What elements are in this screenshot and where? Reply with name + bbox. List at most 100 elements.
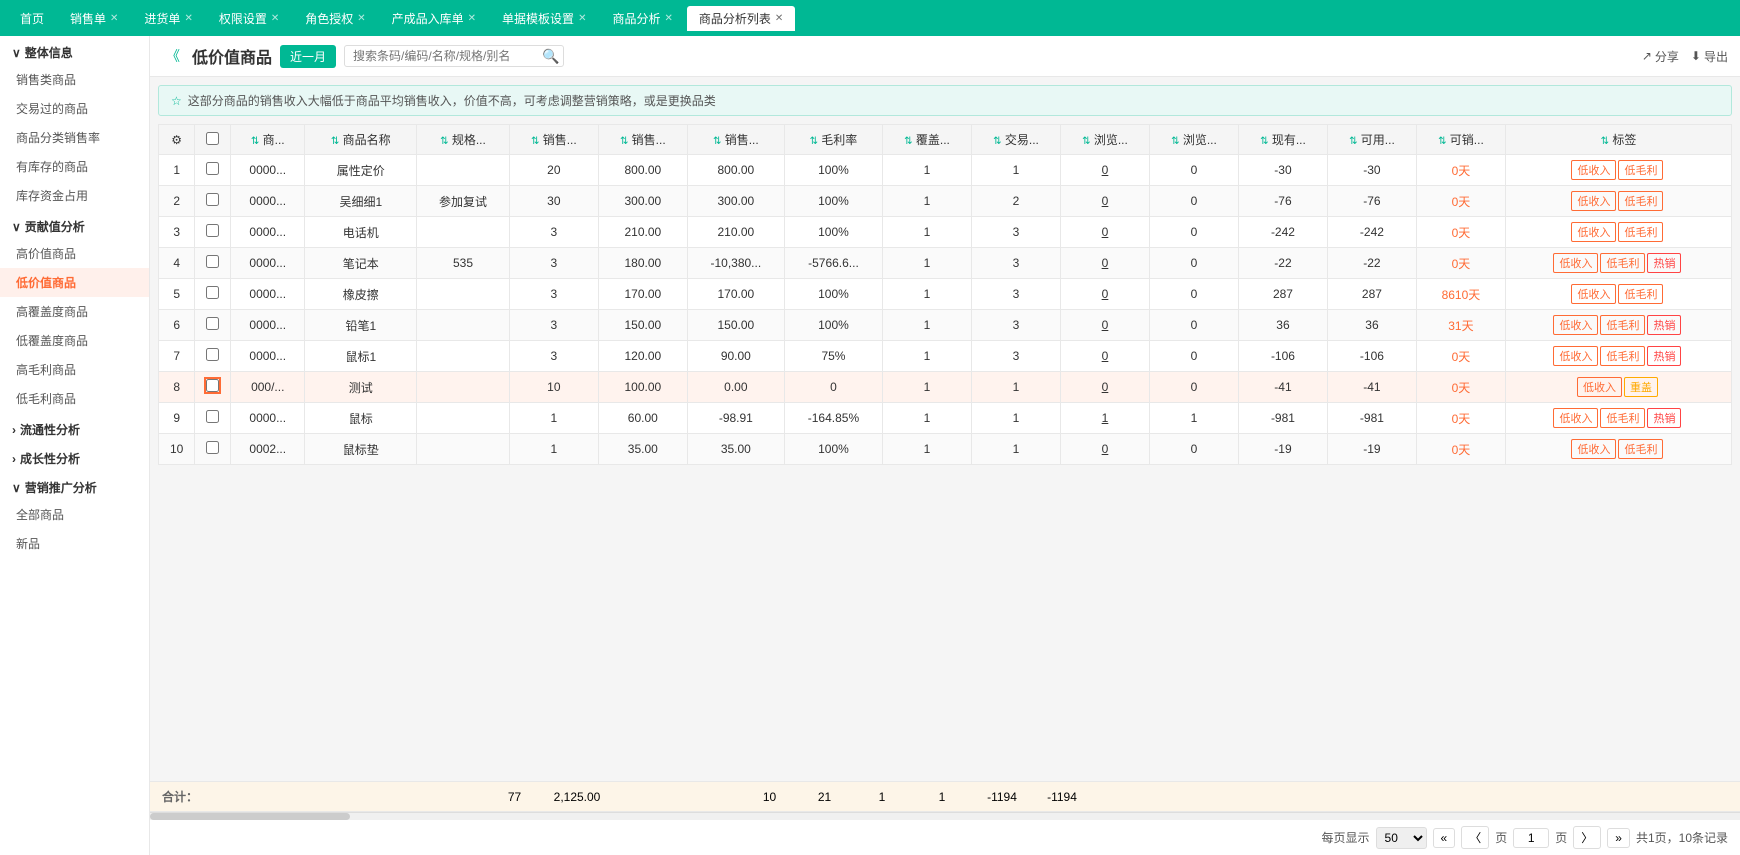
sidebar-group-contribution[interactable]: ∨ 贡献值分析 [0, 210, 149, 239]
sidebar-group-growth[interactable]: › 成长性分析 [0, 442, 149, 471]
nav-analysis-list[interactable]: 商品分析列表 ✕ [687, 6, 795, 31]
nav-analysis-close[interactable]: ✕ [664, 13, 672, 24]
nav-template[interactable]: 单据模板设置 ✕ [490, 6, 598, 31]
browse1-link[interactable]: 0 [1102, 380, 1109, 394]
sidebar-item-all-products[interactable]: 全部商品 [0, 500, 149, 529]
browse1-link[interactable]: 0 [1102, 318, 1109, 332]
th-sales1[interactable]: ⇅ 销售... [598, 125, 687, 155]
nav-salesorder-close[interactable]: ✕ [110, 13, 118, 24]
browse1-link[interactable]: 0 [1102, 225, 1109, 239]
row-checkbox[interactable] [206, 224, 219, 237]
td-checkbox[interactable] [195, 186, 231, 217]
horizontal-scrollbar[interactable] [150, 812, 1740, 820]
browse1-link[interactable]: 0 [1102, 163, 1109, 177]
prev-page-button[interactable]: 〈 [1461, 826, 1489, 849]
td-browse1[interactable]: 0 [1061, 279, 1150, 310]
nav-salesorder[interactable]: 销售单 ✕ [58, 6, 130, 31]
th-coverage[interactable]: ⇅ 覆盖... [883, 125, 972, 155]
browse1-link[interactable]: 0 [1102, 349, 1109, 363]
sidebar-item-stock-products[interactable]: 有库存的商品 [0, 152, 149, 181]
page-input[interactable] [1513, 828, 1549, 848]
td-checkbox[interactable] [195, 217, 231, 248]
td-browse1[interactable]: 0 [1061, 310, 1150, 341]
nav-analysis[interactable]: 商品分析 ✕ [600, 6, 684, 31]
sidebar-item-high-coverage[interactable]: 高覆盖度商品 [0, 297, 149, 326]
nav-purchase-close[interactable]: ✕ [184, 13, 192, 24]
sidebar-item-sales-products[interactable]: 销售类商品 [0, 65, 149, 94]
nav-permission-close[interactable]: ✕ [271, 13, 279, 24]
sidebar-item-new-products[interactable]: 新品 [0, 529, 149, 558]
nav-purchase[interactable]: 进货单 ✕ [132, 6, 204, 31]
td-checkbox[interactable] [195, 403, 231, 434]
sidebar-item-low-margin[interactable]: 低毛利商品 [0, 384, 149, 413]
th-sellable[interactable]: ⇅ 可销... [1416, 125, 1505, 155]
sidebar-item-low-coverage[interactable]: 低覆盖度商品 [0, 326, 149, 355]
th-available[interactable]: ⇅ 可用... [1327, 125, 1416, 155]
next-page-button[interactable]: 〉 [1573, 826, 1601, 849]
browse1-link[interactable]: 0 [1102, 194, 1109, 208]
row-checkbox[interactable] [206, 286, 219, 299]
nav-analysis-list-close[interactable]: ✕ [775, 13, 783, 24]
row-checkbox[interactable] [206, 441, 219, 454]
th-code[interactable]: ⇅ 商... [231, 125, 305, 155]
th-tags[interactable]: ⇅ 标签 [1505, 125, 1731, 155]
td-browse1[interactable]: 1 [1061, 403, 1150, 434]
first-page-button[interactable]: « [1433, 828, 1456, 848]
last-page-button[interactable]: » [1607, 828, 1630, 848]
nav-permission[interactable]: 权限设置 ✕ [207, 6, 291, 31]
row-checkbox[interactable] [206, 348, 219, 361]
sidebar-item-traded-products[interactable]: 交易过的商品 [0, 94, 149, 123]
sidebar-group-marketing[interactable]: ∨ 营销推广分析 [0, 471, 149, 500]
td-checkbox[interactable] [195, 310, 231, 341]
td-checkbox[interactable] [195, 372, 231, 403]
td-browse1[interactable]: 0 [1061, 186, 1150, 217]
td-browse1[interactable]: 0 [1061, 155, 1150, 186]
row-checkbox[interactable] [206, 162, 219, 175]
scrollbar-thumb[interactable] [150, 813, 350, 820]
td-browse1[interactable]: 0 [1061, 217, 1150, 248]
select-all-checkbox[interactable] [206, 132, 219, 145]
td-browse1[interactable]: 0 [1061, 248, 1150, 279]
nav-roleauth-close[interactable]: ✕ [357, 13, 365, 24]
row-checkbox[interactable] [206, 193, 219, 206]
sidebar-item-high-margin[interactable]: 高毛利商品 [0, 355, 149, 384]
row-checkbox[interactable] [206, 317, 219, 330]
th-settings[interactable]: ⚙ [159, 125, 195, 155]
table-wrapper[interactable]: ⚙ ⇅ 商... ⇅ 商品名称 ⇅ 规格... ⇅ 销售... ⇅ 销售... … [150, 124, 1740, 781]
th-browse2[interactable]: ⇅ 浏览... [1149, 125, 1238, 155]
browse1-link[interactable]: 1 [1102, 411, 1109, 425]
nav-roleauth[interactable]: 角色授权 ✕ [293, 6, 377, 31]
th-spec[interactable]: ⇅ 规格... [417, 125, 510, 155]
nav-template-close[interactable]: ✕ [578, 13, 586, 24]
sidebar-item-low-value[interactable]: 低价值商品 [0, 268, 149, 297]
row-checkbox[interactable] [206, 410, 219, 423]
sidebar-item-high-value[interactable]: 高价值商品 [0, 239, 149, 268]
export-button[interactable]: ⬇ 导出 [1691, 48, 1728, 65]
page-size-select[interactable]: 20 50 100 [1376, 827, 1427, 849]
sidebar-group-liquidity[interactable]: › 流通性分析 [0, 413, 149, 442]
browse1-link[interactable]: 0 [1102, 287, 1109, 301]
nav-prodstock-close[interactable]: ✕ [468, 13, 476, 24]
td-checkbox[interactable] [195, 155, 231, 186]
search-input[interactable] [344, 45, 564, 67]
th-trade[interactable]: ⇅ 交易... [972, 125, 1061, 155]
td-checkbox[interactable] [195, 248, 231, 279]
th-current[interactable]: ⇅ 现有... [1238, 125, 1327, 155]
sidebar-collapse-button[interactable]: 《 [162, 46, 184, 66]
td-browse1[interactable]: 0 [1061, 372, 1150, 403]
sidebar-item-stock-capital[interactable]: 库存资金占用 [0, 181, 149, 210]
td-checkbox[interactable] [195, 279, 231, 310]
th-sales2[interactable]: ⇅ 销售... [687, 125, 784, 155]
th-browse1[interactable]: ⇅ 浏览... [1061, 125, 1150, 155]
th-checkbox[interactable] [195, 125, 231, 155]
th-name[interactable]: ⇅ 商品名称 [305, 125, 417, 155]
td-browse1[interactable]: 0 [1061, 434, 1150, 465]
share-button[interactable]: ↗ 分享 [1642, 48, 1679, 65]
td-checkbox[interactable] [195, 341, 231, 372]
td-checkbox[interactable] [195, 434, 231, 465]
th-profit[interactable]: ⇅ 毛利率 [784, 125, 882, 155]
nav-home[interactable]: 首页 [8, 6, 56, 31]
row-checkbox[interactable] [206, 379, 219, 392]
td-browse1[interactable]: 0 [1061, 341, 1150, 372]
th-qty[interactable]: ⇅ 销售... [509, 125, 598, 155]
